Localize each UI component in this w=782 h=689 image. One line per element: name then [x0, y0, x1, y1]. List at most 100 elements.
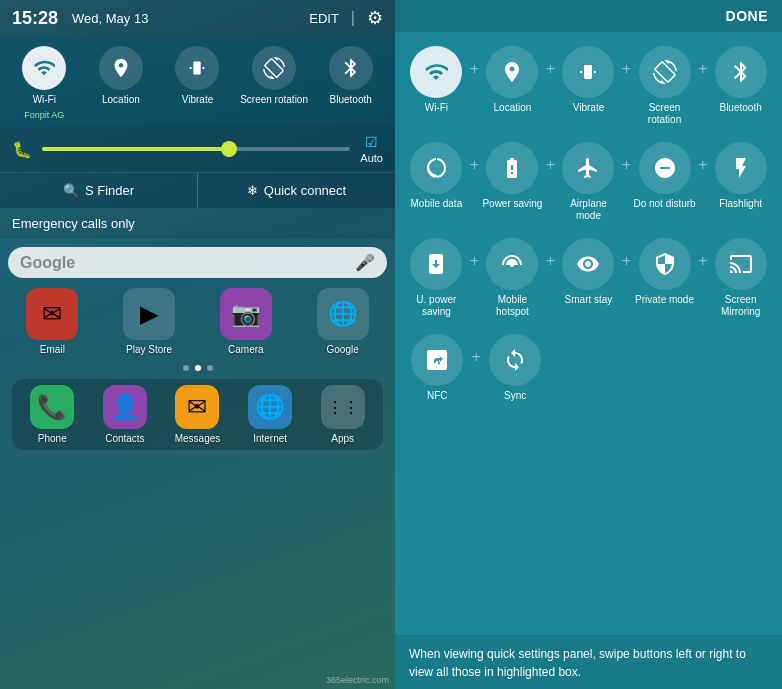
search-icon: 🔍: [63, 183, 79, 198]
email-icon: ✉: [26, 288, 78, 340]
internet-label: Internet: [253, 433, 287, 444]
right-smartstay[interactable]: Smart stay: [555, 232, 622, 312]
plus-7: +: [622, 136, 631, 174]
right-bluetooth-icon: [715, 46, 767, 98]
right-airplane-label: Airplane mode: [557, 198, 620, 222]
status-bar: 15:28 Wed, May 13 EDIT | ⚙: [0, 0, 395, 36]
right-nfc-label: NFC: [427, 390, 448, 402]
rotation-label: Screen rotation: [240, 94, 308, 106]
right-vibrate[interactable]: Vibrate: [555, 40, 622, 120]
right-privatemode[interactable]: Private mode: [631, 232, 698, 312]
right-upowersaving-icon: [410, 238, 462, 290]
right-airplane[interactable]: Airplane mode: [555, 136, 622, 228]
status-time: 15:28: [12, 8, 58, 29]
right-screenmirror[interactable]: Screen Mirroring: [707, 232, 774, 324]
right-upowersaving[interactable]: U. power saving: [403, 232, 470, 324]
toggle-wifi[interactable]: Wi-Fi Fonpit AG: [10, 46, 78, 120]
dock-contacts[interactable]: 👤 Contacts: [91, 385, 160, 444]
left-panel: 15:28 Wed, May 13 EDIT | ⚙ Wi-Fi Fonpit …: [0, 0, 395, 689]
plus-9: +: [470, 232, 479, 270]
toggle-rotation[interactable]: Screen rotation: [240, 46, 308, 120]
plus-12: +: [698, 232, 707, 270]
right-vibrate-icon: [562, 46, 614, 98]
contacts-icon: 👤: [103, 385, 147, 429]
app-email[interactable]: ✉ Email: [8, 288, 97, 355]
wifi-label: Wi-Fi: [33, 94, 56, 106]
right-rotation[interactable]: Screen rotation: [631, 40, 698, 132]
search-row: 🔍 S Finder ❄ Quick connect: [0, 172, 395, 208]
location-icon: [99, 46, 143, 90]
camera-label: Camera: [228, 344, 264, 355]
right-wifi[interactable]: Wi-Fi: [403, 40, 470, 120]
right-screenmirror-label: Screen Mirroring: [709, 294, 772, 318]
messages-label: Messages: [175, 433, 221, 444]
right-nfc[interactable]: NFC: [403, 328, 472, 408]
dock-phone[interactable]: 📞 Phone: [18, 385, 87, 444]
right-flashlight-label: Flashlight: [719, 198, 762, 210]
edit-button[interactable]: EDIT: [309, 11, 339, 26]
dock: 📞 Phone 👤 Contacts ✉ Messages 🌐 Internet…: [12, 379, 383, 450]
rotation-icon: [252, 46, 296, 90]
dock-internet[interactable]: 🌐 Internet: [236, 385, 305, 444]
right-mobiledata[interactable]: Mobile data: [403, 136, 470, 216]
right-screenmirror-icon: [715, 238, 767, 290]
playstore-label: Play Store: [126, 344, 172, 355]
right-sync[interactable]: Sync: [481, 328, 550, 408]
contacts-label: Contacts: [105, 433, 144, 444]
right-mobiledata-label: Mobile data: [411, 198, 463, 210]
app-google[interactable]: 🌐 Google: [298, 288, 387, 355]
wifi-icon: [22, 46, 66, 90]
right-upowersaving-label: U. power saving: [405, 294, 468, 318]
home-screen: Google 🎤 ✉ Email ▶ Play Store 📷 Camera 🌐…: [0, 239, 395, 458]
right-bluetooth[interactable]: Bluetooth: [707, 40, 774, 120]
phone-label: Phone: [38, 433, 67, 444]
sfinder-button[interactable]: 🔍 S Finder: [0, 173, 198, 208]
vibrate-label: Vibrate: [182, 94, 214, 106]
brightness-slider[interactable]: [42, 147, 350, 151]
bluetooth-label: Bluetooth: [330, 94, 372, 106]
right-mobilehotspot-label: Mobile hotspot: [481, 294, 544, 318]
done-button[interactable]: DONE: [726, 8, 768, 24]
right-rotation-icon: [639, 46, 691, 98]
grid-row-3: U. power saving + Mobile hotspot + Smart…: [403, 232, 774, 324]
right-location[interactable]: Location: [479, 40, 546, 120]
sfinder-label: S Finder: [85, 183, 134, 198]
right-bluetooth-label: Bluetooth: [719, 102, 761, 114]
right-mobiledata-icon: [410, 142, 462, 194]
google-search-bar[interactable]: Google 🎤: [8, 247, 387, 278]
toggle-location[interactable]: Location: [87, 46, 155, 120]
dock-messages[interactable]: ✉ Messages: [163, 385, 232, 444]
google-logo: Google: [20, 254, 75, 272]
google-icon: 🌐: [317, 288, 369, 340]
location-label: Location: [102, 94, 140, 106]
grid-row-1: Wi-Fi + Location + Vibrate +: [403, 40, 774, 132]
plus-3: +: [622, 40, 631, 78]
right-flashlight[interactable]: Flashlight: [707, 136, 774, 216]
settings-icon[interactable]: ⚙: [367, 7, 383, 29]
dock-apps[interactable]: ⋮⋮ Apps: [308, 385, 377, 444]
right-vibrate-label: Vibrate: [573, 102, 605, 114]
app-grid: ✉ Email ▶ Play Store 📷 Camera 🌐 Google: [8, 288, 387, 355]
page-dots: [8, 365, 387, 371]
apps-icon: ⋮⋮: [321, 385, 365, 429]
vibrate-icon: [175, 46, 219, 90]
right-powersaving[interactable]: Power saving: [479, 136, 546, 216]
internet-icon: 🌐: [248, 385, 292, 429]
right-mobilehotspot[interactable]: Mobile hotspot: [479, 232, 546, 324]
plus-8: +: [698, 136, 707, 174]
quickconnect-button[interactable]: ❄ Quick connect: [198, 173, 395, 208]
app-camera[interactable]: 📷 Camera: [202, 288, 291, 355]
right-dnd[interactable]: Do not disturb: [631, 136, 698, 216]
wifi-network: Fonpit AG: [24, 110, 64, 120]
right-location-label: Location: [494, 102, 532, 114]
toggle-vibrate[interactable]: Vibrate: [163, 46, 231, 120]
brightness-min-icon: 🐛: [12, 140, 32, 159]
mic-icon: 🎤: [355, 253, 375, 272]
right-wifi-icon: [410, 46, 462, 98]
auto-check-icon: ☑: [365, 134, 378, 150]
dot-1: [183, 365, 189, 371]
toggle-bluetooth[interactable]: Bluetooth: [317, 46, 385, 120]
app-playstore[interactable]: ▶ Play Store: [105, 288, 194, 355]
bluetooth-icon: [329, 46, 373, 90]
playstore-icon: ▶: [123, 288, 175, 340]
